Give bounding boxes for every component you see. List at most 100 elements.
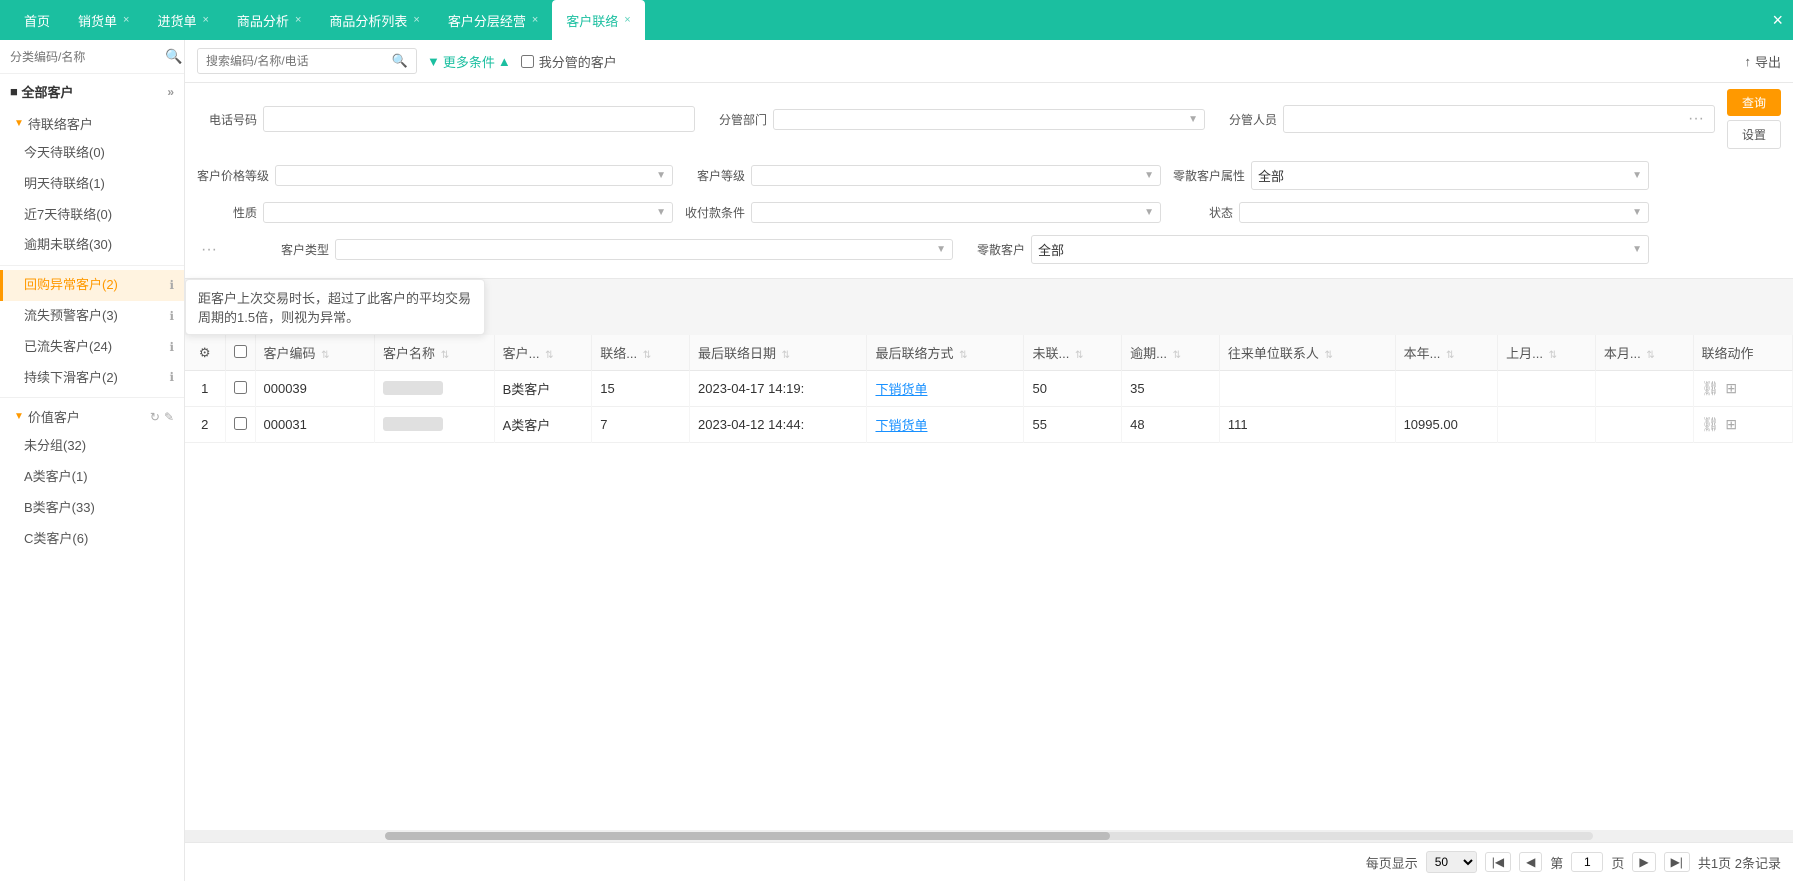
filter-search-icon[interactable]: 🔍 (392, 53, 408, 69)
retail-attr-select[interactable]: 全部 ▼ (1251, 161, 1649, 190)
sidebar-item-churned[interactable]: 已流失客户(24) ℹ (0, 332, 184, 363)
sub-person-dots[interactable]: ··· (1684, 110, 1708, 128)
next-page-button[interactable]: ▶ (1632, 852, 1655, 872)
sidebar-search-box[interactable]: 🔍 (0, 40, 184, 74)
qr-icon[interactable]: ⊞ (1725, 380, 1737, 397)
sort-type-icon[interactable]: ⇅ (545, 350, 553, 361)
phone-input[interactable] (263, 106, 695, 132)
nav-product-analysis[interactable]: 商品分析 × (223, 0, 315, 40)
sidebar-item-a-class[interactable]: A类客户(1) (0, 462, 184, 493)
my-customers-checkbox[interactable] (521, 55, 534, 68)
sort-year-icon[interactable]: ⇅ (1446, 350, 1454, 361)
status-select[interactable]: ▼ (1239, 202, 1649, 223)
close-customer-seg-icon[interactable]: × (532, 14, 538, 26)
last-page-button[interactable]: ▶| (1664, 852, 1690, 872)
filter-row-3: 性质 ▼ 收付款条件 ▼ 状态 (197, 196, 1781, 229)
row-checkbox-cell[interactable] (225, 407, 255, 443)
row-last-method[interactable]: 下销货单 (867, 407, 1024, 443)
sub-dept-select[interactable]: ▼ (773, 109, 1205, 130)
select-all-checkbox[interactable] (234, 345, 247, 358)
sort-overdue-icon[interactable]: ⇅ (1173, 350, 1181, 361)
link-icon[interactable]: ⛓ (1702, 416, 1720, 433)
close-product-analysis-list-icon[interactable]: × (413, 14, 419, 26)
sidebar-group-pending-contact[interactable]: ▼ 待联络客户 (0, 109, 184, 138)
last-method-link[interactable]: 下销货单 (875, 418, 927, 433)
sidebar-item-churn-warning[interactable]: 流失预警客户(3) ℹ (0, 301, 184, 332)
first-page-button[interactable]: |◀ (1485, 852, 1511, 872)
close-purchase-order-icon[interactable]: × (202, 14, 208, 26)
customer-type-select[interactable]: ▼ (335, 239, 953, 260)
nav-home[interactable]: 首页 (10, 0, 64, 40)
sort-name-icon[interactable]: ⇅ (441, 350, 449, 361)
search-box[interactable]: 🔍 (197, 48, 417, 74)
row-last-method[interactable]: 下销货单 (867, 371, 1024, 407)
gender-select[interactable]: ▼ (263, 202, 673, 223)
sidebar-all-customers[interactable]: ■ 全部客户 » (0, 74, 184, 109)
per-page-select[interactable]: 50 100 200 (1426, 851, 1477, 873)
info-icon-declining[interactable]: ℹ (169, 368, 174, 387)
sidebar-item-c-class[interactable]: C类客户(6) (0, 524, 184, 555)
close-product-analysis-icon[interactable]: × (295, 14, 301, 26)
sub-person-select[interactable]: ··· (1283, 105, 1715, 133)
scrollbar-track[interactable] (385, 832, 1593, 840)
nav-customer-segmentation[interactable]: 客户分层经营 × (434, 0, 552, 40)
info-icon-repurchase[interactable]: ℹ (169, 276, 174, 295)
sidebar-item-ungrouped[interactable]: 未分组(32) (0, 431, 184, 462)
info-icon-churn[interactable]: ℹ (169, 307, 174, 326)
value-edit-icon[interactable]: ✎ (164, 410, 174, 424)
col-settings[interactable]: ⚙ (185, 335, 225, 371)
sidebar-item-declining[interactable]: 持续下滑客户(2) ℹ (0, 363, 184, 394)
qr-icon[interactable]: ⊞ (1725, 416, 1737, 433)
sort-date-icon[interactable]: ⇅ (782, 350, 790, 361)
dots-expand-icon[interactable]: ··· (197, 241, 221, 259)
horizontal-scrollbar[interactable] (185, 830, 1793, 842)
info-icon-churned[interactable]: ℹ (169, 338, 174, 357)
settings-button[interactable]: 设置 (1727, 120, 1781, 149)
nav-customer-contact[interactable]: 客户联络 × (552, 0, 644, 40)
close-all-button[interactable]: × (1772, 10, 1783, 31)
page-number-input[interactable] (1571, 852, 1603, 872)
row-checkbox[interactable] (234, 381, 247, 394)
sidebar-item-repurchase-abnormal[interactable]: 回购异常客户(2) ℹ (0, 270, 184, 301)
sort-this-month-icon[interactable]: ⇅ (1646, 350, 1654, 361)
close-sales-order-icon[interactable]: × (123, 14, 129, 26)
more-conditions-btn[interactable]: ▼ 更多条件 ▲ (427, 52, 511, 71)
sort-uncontacted-icon[interactable]: ⇅ (1075, 350, 1083, 361)
sort-company-icon[interactable]: ⇅ (1325, 350, 1333, 361)
link-icon[interactable]: ⛓ (1702, 380, 1720, 397)
row-checkbox[interactable] (234, 417, 247, 430)
sort-code-icon[interactable]: ⇅ (321, 350, 329, 361)
nav-purchase-order[interactable]: 进货单 × (143, 0, 222, 40)
sidebar-search-icon[interactable]: 🔍 (165, 48, 182, 65)
sort-contacts-icon[interactable]: ⇅ (643, 350, 651, 361)
sidebar-item-overdue[interactable]: 逾期未联络(30) (0, 230, 184, 261)
last-method-link[interactable]: 下销货单 (875, 382, 927, 397)
sidebar-group-value-customers[interactable]: ▼ 价值客户 ↻ ✎ (0, 402, 184, 431)
col-type: 客户... ⇅ (494, 335, 592, 371)
nav-product-analysis-list[interactable]: 商品分析列表 × (315, 0, 433, 40)
value-refresh-icon[interactable]: ↻ (150, 410, 160, 424)
collapse-icon[interactable]: » (167, 85, 174, 99)
sidebar-item-b-class[interactable]: B类客户(33) (0, 493, 184, 524)
sidebar-search-input[interactable] (10, 50, 165, 64)
sort-last-month-icon[interactable]: ⇅ (1549, 350, 1557, 361)
payment-select[interactable]: ▼ (751, 202, 1161, 223)
sidebar-item-today[interactable]: 今天待联络(0) (0, 138, 184, 169)
close-customer-contact-icon[interactable]: × (624, 14, 630, 26)
customer-level-select[interactable]: ▼ (751, 165, 1161, 186)
row-checkbox-cell[interactable] (225, 371, 255, 407)
price-level-select[interactable]: ▼ (275, 165, 673, 186)
sidebar-item-tomorrow[interactable]: 明天待联络(1) (0, 169, 184, 200)
sidebar-item-7days[interactable]: 近7天待联络(0) (0, 200, 184, 231)
my-customers-checkbox-area[interactable]: 我分管的客户 (521, 52, 617, 71)
table-row: 1 000039 B类客户 15 2023-04-17 14:19: (185, 371, 1793, 407)
export-button[interactable]: ↑ 导出 (1744, 52, 1781, 71)
query-button[interactable]: 查询 (1727, 89, 1781, 116)
search-input[interactable] (206, 54, 392, 68)
retail-customer-select[interactable]: 全部 ▼ (1031, 235, 1649, 264)
main-layout: 🔍 ■ 全部客户 » ▼ 待联络客户 今天待联络(0) 明天待联络(1) 近7天… (0, 40, 1793, 881)
scrollbar-thumb[interactable] (385, 832, 1110, 840)
nav-sales-order[interactable]: 销货单 × (64, 0, 143, 40)
sort-method-icon[interactable]: ⇅ (959, 350, 967, 361)
prev-page-button[interactable]: ◀ (1519, 852, 1542, 872)
